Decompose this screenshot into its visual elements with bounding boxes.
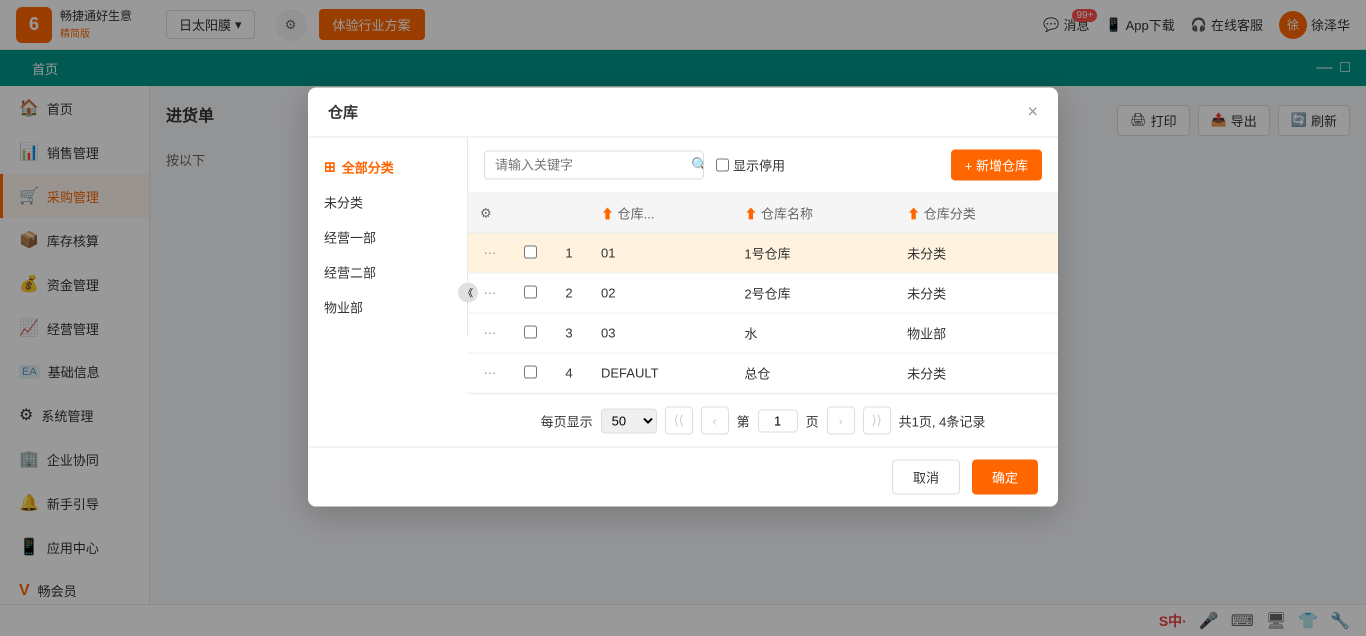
modal-close-button[interactable]: × [1027,102,1038,123]
pagination-summary: 共1页, 4条记录 [899,411,986,430]
sort-icon-cat: ⬆ [907,207,920,222]
category-all-label: 全部分类 [342,158,394,177]
warehouse-modal: 仓库 × ⊞ 全部分类 未分类 经营一部 经营二部 物业部 《 [308,88,1058,507]
row-code: DEFAULT [589,353,732,393]
cancel-button[interactable]: 取消 [892,460,960,495]
sort-icon-name: ⬆ [744,207,757,222]
warehouse-right: 🔍 显示停用 + 新增仓库 ⚙ [468,138,1058,447]
row-name: 总仓 [732,353,895,393]
col-name[interactable]: ⬆ 仓库名称 [732,194,895,234]
row-number: 4 [549,353,589,393]
row-category: 未分类 [895,233,1058,273]
warehouse-table: ⚙ ⬆ 仓库... ⬆ 仓库名称 ⬆ 仓库分类 [468,194,1058,394]
table-row: ⋯ 2 02 2号仓库 未分类 [468,273,1058,313]
row-checkbox[interactable] [524,325,537,338]
collapse-panel-button[interactable]: 《 [458,282,478,302]
category-panel: ⊞ 全部分类 未分类 经营一部 经营二部 物业部 [308,138,468,337]
per-page-label: 每页显示 [541,411,593,430]
modal-footer: 取消 确定 [308,447,1058,507]
col-num [549,194,589,234]
row-name: 2号仓库 [732,273,895,313]
row-checkbox-cell[interactable] [512,353,549,393]
add-warehouse-button[interactable]: + 新增仓库 [951,150,1042,181]
sort-icon: ⬆ [601,207,614,222]
next-page-button[interactable]: › [827,407,855,435]
row-category: 未分类 [895,353,1058,393]
row-checkbox[interactable] [524,365,537,378]
modal-header: 仓库 × [308,88,1058,138]
search-box: 🔍 [484,151,704,180]
row-checkbox-cell[interactable] [512,273,549,313]
row-actions[interactable]: ⋯ [468,313,512,353]
row-code: 02 [589,273,732,313]
modal-body: ⊞ 全部分类 未分类 经营一部 经营二部 物业部 《 🔍 显示停用 [308,138,1058,447]
row-name: 水 [732,313,895,353]
row-checkbox-cell[interactable] [512,233,549,273]
row-code: 01 [589,233,732,273]
grid-icon: ⊞ [324,159,336,176]
row-actions[interactable]: ⋯ [468,233,512,273]
row-actions[interactable]: ⋯ [468,353,512,393]
row-number: 2 [549,273,589,313]
page-label: 第 [737,411,750,430]
show-disabled-checkbox[interactable] [716,159,729,172]
category-item-unclassified[interactable]: 未分类 [308,185,467,220]
table-header-row: ⚙ ⬆ 仓库... ⬆ 仓库名称 ⬆ 仓库分类 [468,194,1058,234]
show-disabled-toggle[interactable]: 显示停用 [716,156,785,175]
row-number: 3 [549,313,589,353]
row-name: 1号仓库 [732,233,895,273]
table-row: ⋯ 3 03 水 物业部 [468,313,1058,353]
show-disabled-label: 显示停用 [733,156,785,175]
category-item-dept1[interactable]: 经营一部 [308,220,467,255]
category-item-property[interactable]: 物业部 [308,290,467,325]
category-all[interactable]: ⊞ 全部分类 [308,150,467,185]
search-button[interactable]: 🔍 [681,157,704,174]
row-code: 03 [589,313,732,353]
row-checkbox[interactable] [524,245,537,258]
page-unit: 页 [806,411,819,430]
per-page-select[interactable]: 50 10 20 100 [601,408,657,433]
page-input[interactable] [758,409,798,432]
modal-title: 仓库 [328,102,358,123]
prev-page-button[interactable]: ‹ [701,407,729,435]
category-item-dept2[interactable]: 经营二部 [308,255,467,290]
row-checkbox[interactable] [524,285,537,298]
row-category: 物业部 [895,313,1058,353]
confirm-button[interactable]: 确定 [972,460,1038,495]
search-input[interactable] [485,152,681,179]
first-page-button[interactable]: ⟨⟨ [665,407,693,435]
warehouse-toolbar: 🔍 显示停用 + 新增仓库 [468,138,1058,194]
row-category: 未分类 [895,273,1058,313]
col-gear: ⚙ [468,194,512,234]
row-checkbox-cell[interactable] [512,313,549,353]
last-page-button[interactable]: ⟩⟩ [863,407,891,435]
table-row: ⋯ 1 01 1号仓库 未分类 [468,233,1058,273]
row-number: 1 [549,233,589,273]
col-code[interactable]: ⬆ 仓库... [589,194,732,234]
pagination: 每页显示 50 10 20 100 ⟨⟨ ‹ 第 页 › ⟩⟩ 共1页, 4条记… [468,394,1058,447]
col-category[interactable]: ⬆ 仓库分类 [895,194,1058,234]
table-row: ⋯ 4 DEFAULT 总仓 未分类 [468,353,1058,393]
col-checkbox [512,194,549,234]
